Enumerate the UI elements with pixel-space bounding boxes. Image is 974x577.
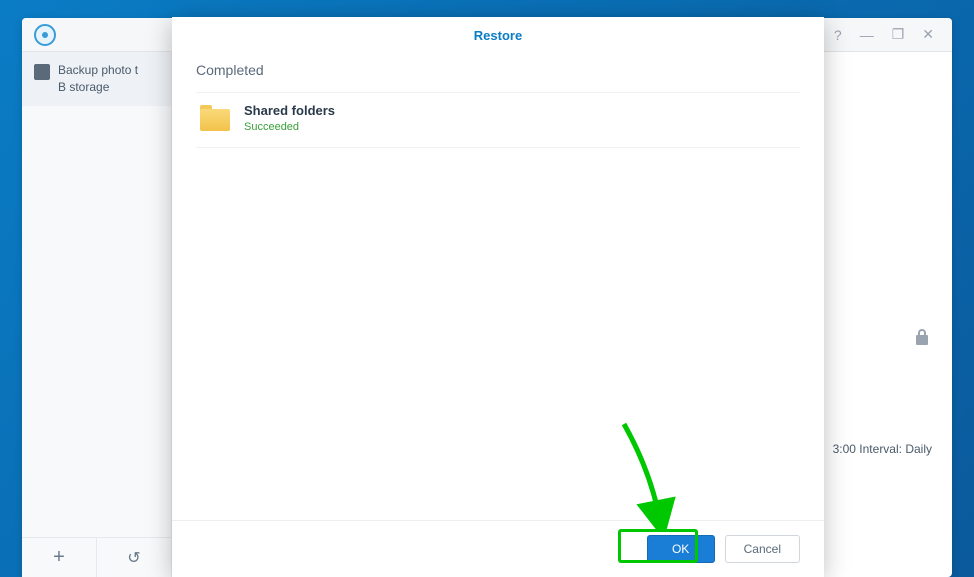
result-status: Succeeded: [244, 121, 335, 133]
dialog-footer: OK Cancel: [172, 520, 824, 577]
close-icon[interactable]: ✕: [922, 26, 934, 43]
task-icon: [34, 64, 50, 80]
sidebar-item-backup[interactable]: Backup photo t B storage: [22, 52, 171, 106]
lock-icon[interactable]: [914, 328, 930, 351]
sidebar: Backup photo t B storage + ↺: [22, 52, 172, 577]
app-icon: [34, 24, 56, 46]
result-name: Shared folders: [244, 103, 335, 118]
schedule-text: 3:00 Interval: Daily: [833, 442, 932, 456]
folder-icon: [200, 105, 230, 131]
help-icon[interactable]: ?: [834, 27, 842, 43]
plus-icon: +: [53, 546, 65, 569]
maximize-icon[interactable]: ❐: [892, 26, 905, 43]
dialog-body: Completed Shared folders Succeeded: [172, 54, 824, 520]
add-button[interactable]: +: [22, 538, 97, 577]
status-heading: Completed: [196, 62, 800, 78]
cancel-button[interactable]: Cancel: [725, 535, 800, 563]
minimize-icon[interactable]: —: [860, 27, 874, 43]
window-controls: ? — ❐ ✕: [834, 26, 944, 43]
dialog-title: Restore: [172, 17, 824, 54]
restore-dialog: Restore Completed Shared folders Succeed…: [172, 17, 824, 577]
sidebar-item-label: Backup photo t B storage: [58, 62, 138, 96]
history-icon: ↺: [127, 548, 140, 568]
history-button[interactable]: ↺: [97, 538, 171, 577]
result-row: Shared folders Succeeded: [196, 92, 800, 148]
result-text: Shared folders Succeeded: [244, 103, 335, 133]
ok-button[interactable]: OK: [647, 535, 715, 563]
sidebar-footer: + ↺: [22, 537, 171, 577]
